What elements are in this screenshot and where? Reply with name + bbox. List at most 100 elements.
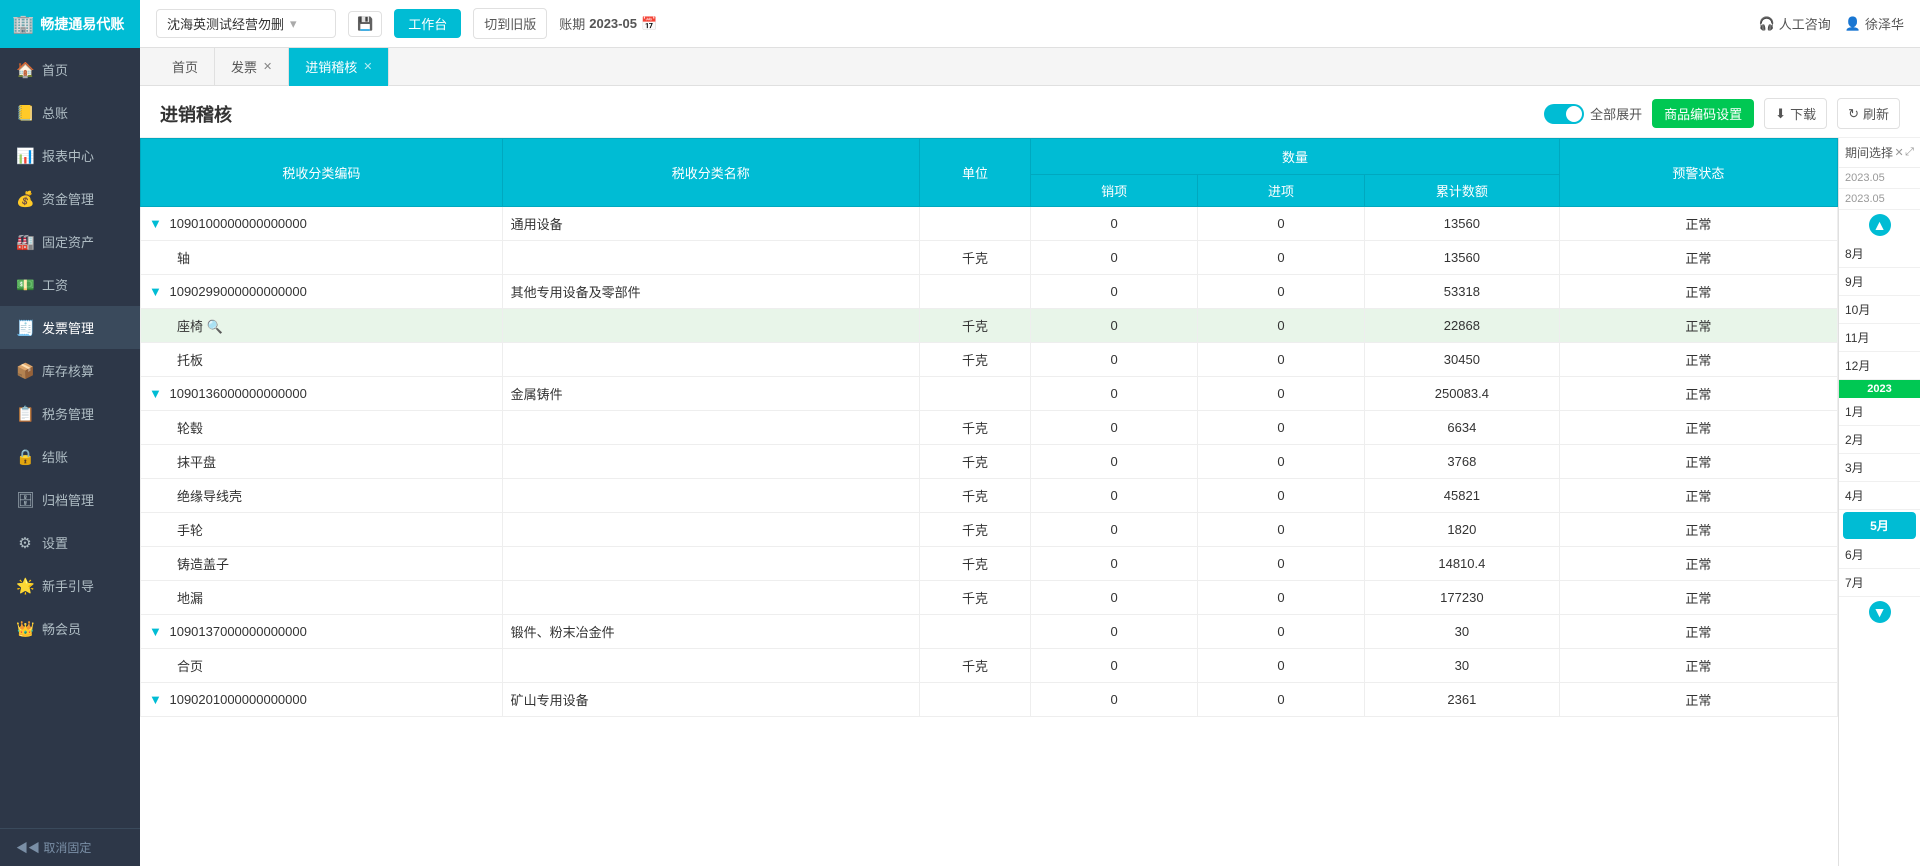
main-area: 沈海英测试经营勿删 ▾ 💾 工作台 切到旧版 账期 2023-05 📅 🎧 人工…	[140, 0, 1920, 866]
tab-reconcile-label: 进销稽核	[305, 57, 357, 76]
row-name	[502, 547, 919, 581]
sidebar-item-label: 畅会员	[42, 619, 81, 638]
page-title: 进销稽核	[160, 101, 232, 127]
sidebar-item-invoice[interactable]: 🧾 发票管理	[0, 306, 140, 349]
tab-home[interactable]: 首页	[156, 48, 215, 86]
expand-toggle[interactable]	[1544, 104, 1584, 124]
row-code: ▼ 1090100000000000000	[141, 207, 503, 241]
sidebar-item-reports[interactable]: 📊 报表中心	[0, 134, 140, 177]
close-panel-btn[interactable]: ✕	[1894, 146, 1903, 159]
page-actions: 全部展开 商品编码设置 ⬇ 下载 ↻ 刷新	[1544, 98, 1900, 129]
period-2023-05-b[interactable]: 2023.05	[1839, 189, 1920, 210]
expand-icon[interactable]: ▼	[149, 284, 162, 299]
sidebar-item-assets[interactable]: 🏭 固定资产	[0, 220, 140, 263]
workspace-btn[interactable]: 工作台	[394, 9, 461, 38]
archive-btn[interactable]: 💾	[348, 11, 382, 37]
row-name	[502, 411, 919, 445]
sidebar-item-archive[interactable]: 🗄 归档管理	[0, 478, 140, 521]
period-1[interactable]: 1月	[1839, 398, 1920, 426]
row-name: 通用设备	[502, 207, 919, 241]
period-3[interactable]: 3月	[1839, 454, 1920, 482]
page-content: 进销稽核 全部展开 商品编码设置 ⬇ 下载 ↻ 刷新	[140, 86, 1920, 866]
table-wrap[interactable]: 税收分类编码 税收分类名称 单位 数量 预警状态 销项 进项 累计数额	[140, 138, 1838, 866]
sidebar-item-label: 设置	[42, 533, 68, 552]
row-sales: 0	[1031, 547, 1198, 581]
calendar-icon[interactable]: 📅	[641, 16, 657, 32]
support-btn[interactable]: 🎧 人工咨询	[1759, 14, 1831, 33]
row-purchase: 0	[1198, 479, 1365, 513]
inventory-icon: 📦	[16, 362, 34, 380]
search-icon[interactable]: 🔍	[207, 319, 223, 334]
sidebar-item-label: 报表中心	[42, 146, 94, 165]
row-code: 轴	[141, 241, 503, 275]
row-code: 地漏	[141, 581, 503, 615]
settings-btn[interactable]: 商品编码设置	[1652, 99, 1754, 128]
refresh-btn[interactable]: ↻ 刷新	[1837, 98, 1900, 129]
row-status: 正常	[1559, 683, 1837, 717]
tab-reconcile-close[interactable]: ✕	[363, 60, 372, 73]
row-code: 托板	[141, 343, 503, 377]
period-12[interactable]: 12月	[1839, 352, 1920, 380]
period-2023-05-top[interactable]: 2023.05	[1839, 168, 1920, 189]
sidebar-item-closing[interactable]: 🔒 结账	[0, 435, 140, 478]
row-name	[502, 581, 919, 615]
period-7[interactable]: 7月	[1839, 569, 1920, 597]
sidebar-item-payroll[interactable]: 💵 工资	[0, 263, 140, 306]
period-4[interactable]: 4月	[1839, 482, 1920, 510]
tab-invoice-close[interactable]: ✕	[263, 60, 272, 73]
sidebar-item-funds[interactable]: 💰 资金管理	[0, 177, 140, 220]
sidebar-item-member[interactable]: 👑 畅会员	[0, 607, 140, 650]
expand-icon[interactable]: ▼	[149, 692, 162, 707]
row-status: 正常	[1559, 649, 1837, 683]
sidebar-item-ledger[interactable]: 📒 总账	[0, 91, 140, 134]
topbar: 沈海英测试经营勿删 ▾ 💾 工作台 切到旧版 账期 2023-05 📅 🎧 人工…	[140, 0, 1920, 48]
col-header-status: 预警状态	[1559, 139, 1837, 207]
row-name: 锻件、粉末冶金件	[502, 615, 919, 649]
row-purchase: 0	[1198, 581, 1365, 615]
sidebar-item-inventory[interactable]: 📦 库存核算	[0, 349, 140, 392]
row-code: 合页	[141, 649, 503, 683]
sidebar-item-tax[interactable]: 📋 税务管理	[0, 392, 140, 435]
period-2[interactable]: 2月	[1839, 426, 1920, 454]
col-header-total: 累计数额	[1365, 175, 1560, 207]
sidebar-item-guide[interactable]: 🌟 新手引导	[0, 564, 140, 607]
switch-version-btn[interactable]: 切到旧版	[473, 8, 547, 39]
row-total: 13560	[1365, 241, 1560, 275]
period-6[interactable]: 6月	[1839, 541, 1920, 569]
row-sales: 0	[1031, 377, 1198, 411]
expand-icon[interactable]: ▼	[149, 216, 162, 231]
row-status: 正常	[1559, 411, 1837, 445]
user-profile[interactable]: 👤 徐泽华	[1845, 14, 1904, 33]
tab-reconcile[interactable]: 进销稽核 ✕	[289, 48, 389, 86]
sidebar-item-settings[interactable]: ⚙ 设置	[0, 521, 140, 564]
sidebar-item-home[interactable]: 🏠 首页	[0, 48, 140, 91]
row-purchase: 0	[1198, 411, 1365, 445]
reports-icon: 📊	[16, 147, 34, 165]
period-nav-up[interactable]: ▲	[1869, 214, 1891, 236]
tax-icon: 📋	[16, 405, 34, 423]
row-code: ▼ 1090137000000000000	[141, 615, 503, 649]
period-10[interactable]: 10月	[1839, 296, 1920, 324]
user-icon: 👤	[1845, 16, 1861, 32]
period-8[interactable]: 8月	[1839, 240, 1920, 268]
period-9[interactable]: 9月	[1839, 268, 1920, 296]
row-code: 抹平盘	[141, 445, 503, 479]
row-code: 座椅 🔍	[141, 309, 503, 343]
sidebar-unpin[interactable]: ◀◀ 取消固定	[0, 828, 140, 866]
company-selector[interactable]: 沈海英测试经营勿删 ▾	[156, 9, 336, 38]
row-total: 3768	[1365, 445, 1560, 479]
col-header-name: 税收分类名称	[502, 139, 919, 207]
archive-icon: 🗄	[16, 491, 34, 509]
download-btn[interactable]: ⬇ 下载	[1764, 98, 1827, 129]
period-11[interactable]: 11月	[1839, 324, 1920, 352]
row-code: 轮毂	[141, 411, 503, 445]
tab-invoice[interactable]: 发票 ✕	[215, 48, 289, 86]
expand-panel-btn[interactable]: ⤢	[1905, 146, 1914, 159]
period-5-active[interactable]: 5月	[1843, 512, 1916, 539]
period-nav-down[interactable]: ▼	[1869, 601, 1891, 623]
expand-icon[interactable]: ▼	[149, 624, 162, 639]
row-total: 13560	[1365, 207, 1560, 241]
row-unit	[919, 615, 1030, 649]
expand-icon[interactable]: ▼	[149, 386, 162, 401]
expand-toggle-label: 全部展开	[1590, 104, 1642, 123]
